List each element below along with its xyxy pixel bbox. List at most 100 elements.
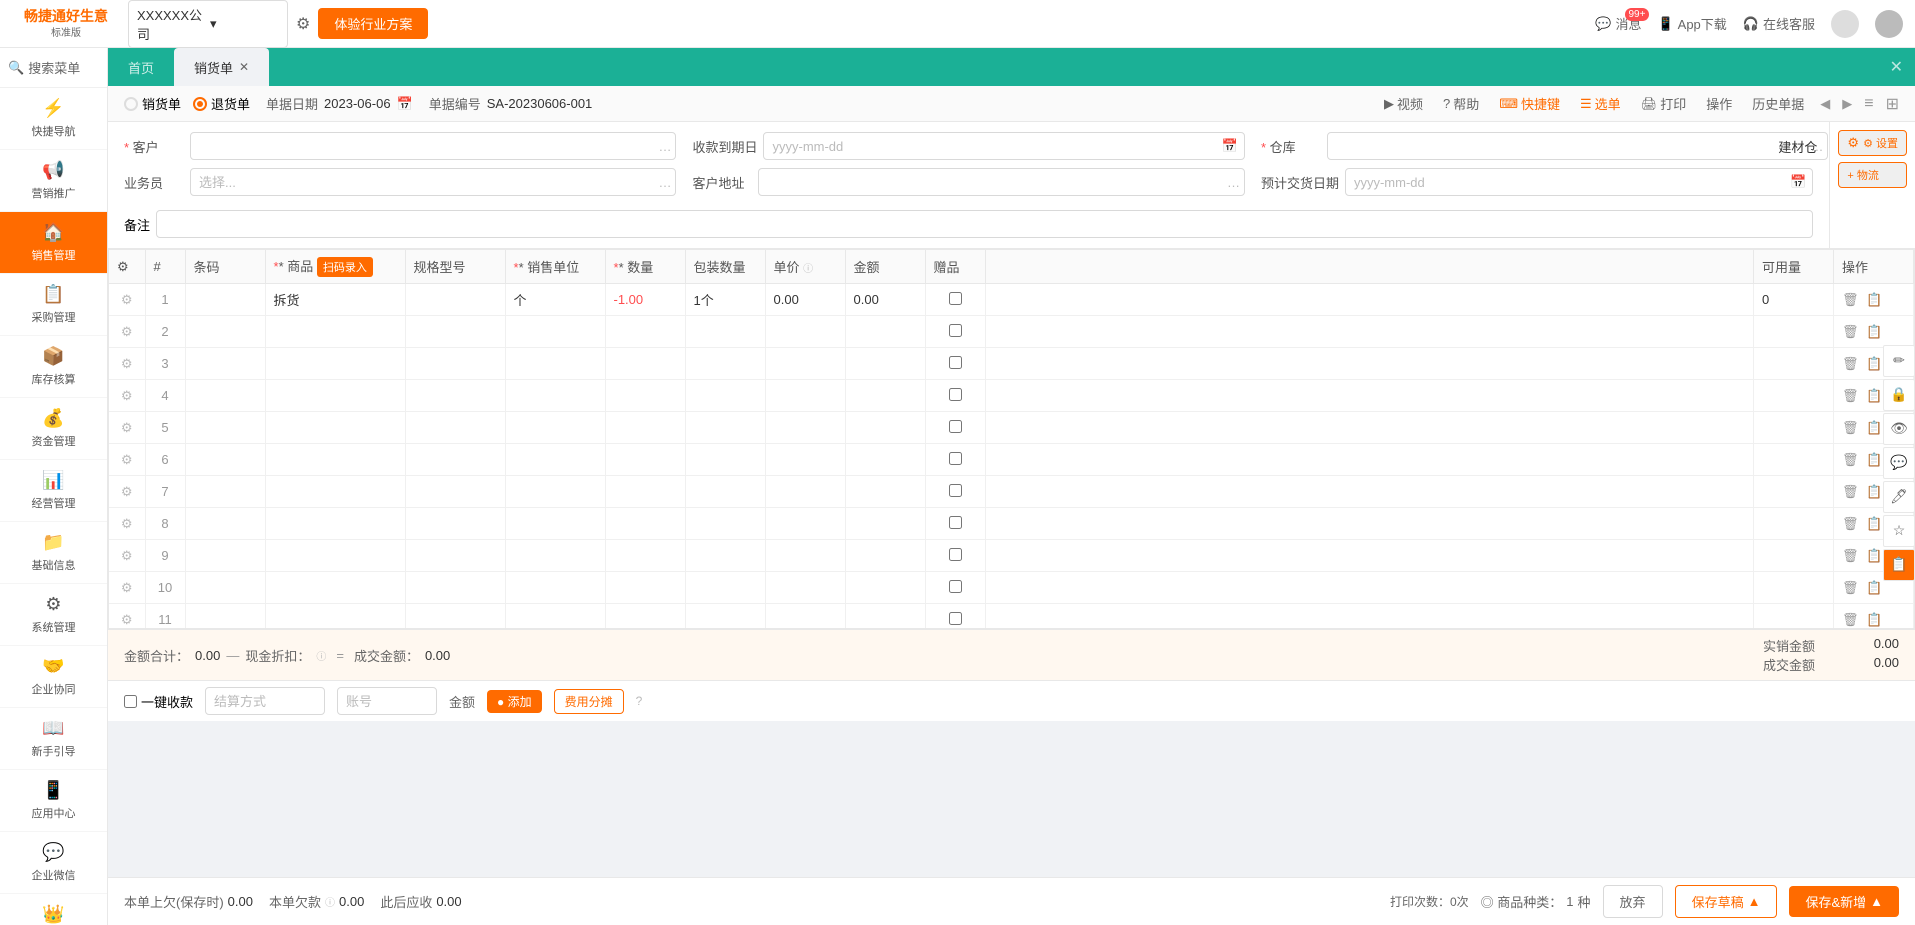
copy-icon-0[interactable]: 📋 xyxy=(1866,292,1882,307)
row-pack-qty-10[interactable] xyxy=(685,604,765,630)
row-pack-qty-6[interactable] xyxy=(685,476,765,508)
salesman-input[interactable] xyxy=(191,171,654,194)
sidebar-search[interactable]: 🔍 搜索菜单 xyxy=(0,48,107,88)
row-barcode-1[interactable] xyxy=(185,316,265,348)
float-eye-icon[interactable]: 👁 xyxy=(1883,413,1915,445)
row-spec-8[interactable] xyxy=(405,540,505,572)
row-pack-qty-9[interactable] xyxy=(685,572,765,604)
row-price-2[interactable] xyxy=(765,348,845,380)
sidebar-item-inventory[interactable]: 📦 库存核算 xyxy=(0,336,107,398)
row-barcode-6[interactable] xyxy=(185,476,265,508)
row-barcode-7[interactable] xyxy=(185,508,265,540)
tab-close-icon[interactable]: ✕ xyxy=(239,60,249,74)
float-star-icon[interactable]: ☆ xyxy=(1883,515,1915,547)
row-amount-6[interactable] xyxy=(845,476,925,508)
gift-checkbox-4[interactable] xyxy=(949,420,962,433)
due-date-input[interactable] xyxy=(764,135,1215,158)
row-settings-8[interactable]: ⚙ xyxy=(109,540,145,572)
row-qty-9[interactable] xyxy=(605,572,685,604)
row-settings-5[interactable]: ⚙ xyxy=(109,444,145,476)
row-unit-1[interactable] xyxy=(505,316,605,348)
delete-icon-4[interactable]: 🗑 xyxy=(1842,420,1859,435)
gift-checkbox-8[interactable] xyxy=(949,548,962,561)
copy-icon-3[interactable]: 📋 xyxy=(1866,388,1882,403)
customer-addr-dots[interactable]: … xyxy=(1223,175,1244,190)
row-gift-7[interactable] xyxy=(925,508,985,540)
settings-btn[interactable]: ⚙ ⚙ 设置 xyxy=(1838,130,1907,156)
gift-checkbox-2[interactable] xyxy=(949,356,962,369)
row-gift-10[interactable] xyxy=(925,604,985,630)
row-barcode-4[interactable] xyxy=(185,412,265,444)
delete-icon-3[interactable]: 🗑 xyxy=(1842,388,1859,403)
row-qty-3[interactable] xyxy=(605,380,685,412)
row-settings-2[interactable]: ⚙ xyxy=(109,348,145,380)
row-spec-3[interactable] xyxy=(405,380,505,412)
row-amount-10[interactable] xyxy=(845,604,925,630)
customer-dots[interactable]: … xyxy=(654,139,675,154)
one-click-pay-checkbox[interactable] xyxy=(124,695,137,708)
tab-home[interactable]: 首页 xyxy=(108,48,174,86)
row-unit-3[interactable] xyxy=(505,380,605,412)
settings-icon[interactable]: ⚙ xyxy=(296,14,310,34)
row-gift-1[interactable] xyxy=(925,316,985,348)
row-spec-9[interactable] xyxy=(405,572,505,604)
delete-icon-2[interactable]: 🗑 xyxy=(1842,356,1859,371)
row-qty-6[interactable] xyxy=(605,476,685,508)
company-selector[interactable]: XXXXXX公司 ▾ xyxy=(128,0,288,48)
row-settings-3[interactable]: ⚙ xyxy=(109,380,145,412)
row-gift-6[interactable] xyxy=(925,476,985,508)
row-amount-2[interactable] xyxy=(845,348,925,380)
row-product-9[interactable] xyxy=(265,572,405,604)
row-barcode-8[interactable] xyxy=(185,540,265,572)
row-unit-7[interactable] xyxy=(505,508,605,540)
customer-input[interactable] xyxy=(191,135,654,158)
calendar-due-icon[interactable]: 📅 xyxy=(1216,138,1244,154)
radio-return[interactable]: 退货单 xyxy=(193,94,250,113)
row-price-1[interactable] xyxy=(765,316,845,348)
app-download-btn[interactable]: 📱 App下载 xyxy=(1657,14,1726,33)
customer-addr-input[interactable] xyxy=(759,171,1222,194)
copy-icon-6[interactable]: 📋 xyxy=(1866,484,1882,499)
gift-checkbox-5[interactable] xyxy=(949,452,962,465)
row-amount-3[interactable] xyxy=(845,380,925,412)
row-gift-2[interactable] xyxy=(925,348,985,380)
delete-icon-8[interactable]: 🗑 xyxy=(1842,548,1859,563)
row-settings-10[interactable]: ⚙ xyxy=(109,604,145,630)
row-price-3[interactable] xyxy=(765,380,845,412)
float-lock-icon[interactable]: 🔒 xyxy=(1883,379,1915,411)
row-barcode-3[interactable] xyxy=(185,380,265,412)
row-qty-2[interactable] xyxy=(605,348,685,380)
row-product-5[interactable] xyxy=(265,444,405,476)
row-pack-qty-4[interactable] xyxy=(685,412,765,444)
list-view-icon[interactable]: ≡ xyxy=(1864,95,1873,113)
row-pack-qty-7[interactable] xyxy=(685,508,765,540)
row-qty-0[interactable]: -1.00 xyxy=(605,284,685,316)
prev-icon[interactable]: ◀ xyxy=(1820,96,1830,112)
copy-icon-4[interactable]: 📋 xyxy=(1866,420,1882,435)
row-unit-8[interactable] xyxy=(505,540,605,572)
row-qty-7[interactable] xyxy=(605,508,685,540)
avatar[interactable] xyxy=(1831,10,1859,38)
select-btn[interactable]: ☰ 选单 xyxy=(1576,92,1625,115)
gift-checkbox-10[interactable] xyxy=(949,612,962,625)
row-qty-10[interactable] xyxy=(605,604,685,630)
sidebar-item-system[interactable]: ⚙ 系统管理 xyxy=(0,584,107,646)
row-unit-4[interactable] xyxy=(505,412,605,444)
delete-icon-1[interactable]: 🗑 xyxy=(1842,324,1859,339)
row-barcode-0[interactable] xyxy=(185,284,265,316)
row-qty-1[interactable] xyxy=(605,316,685,348)
row-barcode-9[interactable] xyxy=(185,572,265,604)
row-product-3[interactable] xyxy=(265,380,405,412)
sidebar-item-sales[interactable]: 🏠 销售管理 xyxy=(0,212,107,274)
row-product-8[interactable] xyxy=(265,540,405,572)
row-price-7[interactable] xyxy=(765,508,845,540)
row-qty-5[interactable] xyxy=(605,444,685,476)
row-settings-7[interactable]: ⚙ xyxy=(109,508,145,540)
row-spec-1[interactable] xyxy=(405,316,505,348)
row-settings-9[interactable]: ⚙ xyxy=(109,572,145,604)
row-product-6[interactable] xyxy=(265,476,405,508)
row-amount-1[interactable] xyxy=(845,316,925,348)
gift-checkbox-7[interactable] xyxy=(949,516,962,529)
sidebar-item-member[interactable]: 👑 畅会员 xyxy=(0,894,107,925)
sidebar-item-guide[interactable]: 📖 新手引导 xyxy=(0,708,107,770)
